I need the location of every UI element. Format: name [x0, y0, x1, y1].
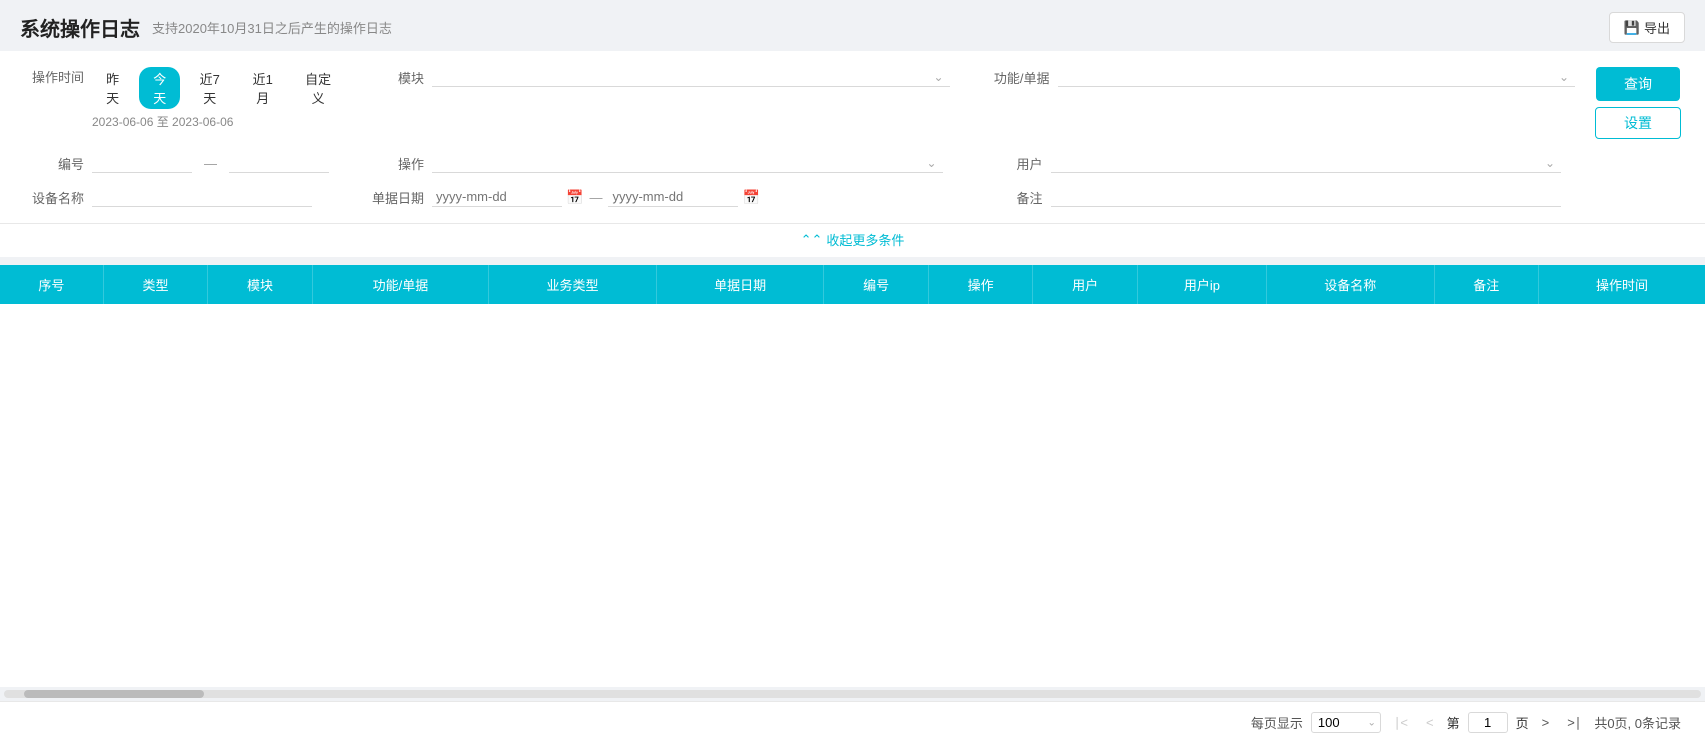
- time-btn-yesterday[interactable]: 昨天: [92, 67, 133, 109]
- horizontal-scrollbar[interactable]: [0, 687, 1705, 701]
- page-first-button[interactable]: ∣<: [1389, 713, 1413, 733]
- data-table: 序号 类型 模块 功能/单据 业务类型 单据日期 编号 操作 用户 用户ip 设…: [0, 265, 1705, 304]
- page-next-button[interactable]: >: [1537, 713, 1555, 732]
- page-subtitle: 支持2020年10月31日之后产生的操作日志: [152, 18, 392, 37]
- time-btn-7days[interactable]: 近7天: [186, 67, 233, 109]
- col-biz-type: 业务类型: [489, 265, 657, 304]
- time-btn-today[interactable]: 今天: [139, 67, 180, 109]
- function-label: 功能/单据: [990, 68, 1050, 87]
- page-label: 第: [1447, 713, 1460, 732]
- time-label: 操作时间: [24, 67, 84, 86]
- calendar-to-icon[interactable]: 📅: [742, 189, 759, 206]
- doc-date-label: 单据日期: [364, 188, 424, 207]
- page-number-input[interactable]: [1468, 712, 1508, 733]
- pagination-bar: 每页显示 100 50 200 ⌄ ∣< < 第 页 > >∣ 共0页, 0条记…: [0, 701, 1705, 743]
- collapse-button[interactable]: ⌃⌃ 收起更多条件: [801, 230, 905, 249]
- col-user-ip: 用户ip: [1137, 265, 1266, 304]
- col-seq: 序号: [0, 265, 103, 304]
- number-dash: —: [204, 156, 217, 171]
- device-label: 设备名称: [24, 188, 84, 207]
- col-device: 设备名称: [1266, 265, 1434, 304]
- col-number: 编号: [824, 265, 928, 304]
- page-prev-button[interactable]: <: [1421, 713, 1439, 732]
- function-input[interactable]: [1058, 67, 1576, 87]
- calendar-from-icon[interactable]: 📅: [566, 189, 583, 206]
- empty-area: [0, 304, 1705, 654]
- export-icon: 💾: [1624, 20, 1640, 36]
- user-label: 用户: [983, 154, 1043, 173]
- col-doc-date: 单据日期: [656, 265, 824, 304]
- col-remark: 备注: [1434, 265, 1538, 304]
- col-module: 模块: [208, 265, 312, 304]
- settings-button[interactable]: 设置: [1595, 107, 1681, 139]
- operation-input[interactable]: [432, 153, 943, 173]
- collapse-label: 收起更多条件: [826, 230, 904, 249]
- date-dash: —: [589, 190, 602, 205]
- export-label: 导出: [1644, 18, 1670, 37]
- page-total: 共0页, 0条记录: [1594, 713, 1681, 732]
- col-type: 类型: [103, 265, 207, 304]
- module-label: 模块: [364, 68, 424, 87]
- module-input[interactable]: [432, 67, 950, 87]
- table-header-row: 序号 类型 模块 功能/单据 业务类型 单据日期 编号 操作 用户 用户ip 设…: [0, 265, 1705, 304]
- page-last-button[interactable]: >∣: [1562, 713, 1586, 733]
- number-label: 编号: [24, 154, 84, 173]
- collapse-up-icon: ⌃⌃: [801, 232, 823, 248]
- time-btn-1month[interactable]: 近1月: [239, 67, 286, 109]
- page-size-label: 每页显示: [1251, 713, 1303, 732]
- date-to-input[interactable]: [608, 187, 738, 207]
- page-size-select[interactable]: 100 50 200: [1311, 712, 1381, 733]
- col-op-time: 操作时间: [1539, 265, 1705, 304]
- number-to-input[interactable]: [229, 153, 329, 173]
- number-from-input[interactable]: [92, 153, 192, 173]
- page-title: 系统操作日志: [20, 13, 140, 42]
- time-range-text: 2023-06-06 至 2023-06-06: [92, 113, 344, 130]
- col-user: 用户: [1033, 265, 1137, 304]
- time-btn-custom[interactable]: 自定义: [292, 67, 344, 109]
- col-function: 功能/单据: [312, 265, 488, 304]
- device-input[interactable]: [92, 187, 312, 207]
- date-from-input[interactable]: [432, 187, 562, 207]
- query-button[interactable]: 查询: [1596, 67, 1680, 101]
- page-unit: 页: [1516, 713, 1529, 732]
- operation-label: 操作: [364, 154, 424, 173]
- remark-label: 备注: [983, 188, 1043, 207]
- col-operation: 操作: [928, 265, 1032, 304]
- export-button[interactable]: 💾 导出: [1609, 12, 1685, 43]
- remark-input[interactable]: [1051, 187, 1562, 207]
- user-input[interactable]: [1051, 153, 1562, 173]
